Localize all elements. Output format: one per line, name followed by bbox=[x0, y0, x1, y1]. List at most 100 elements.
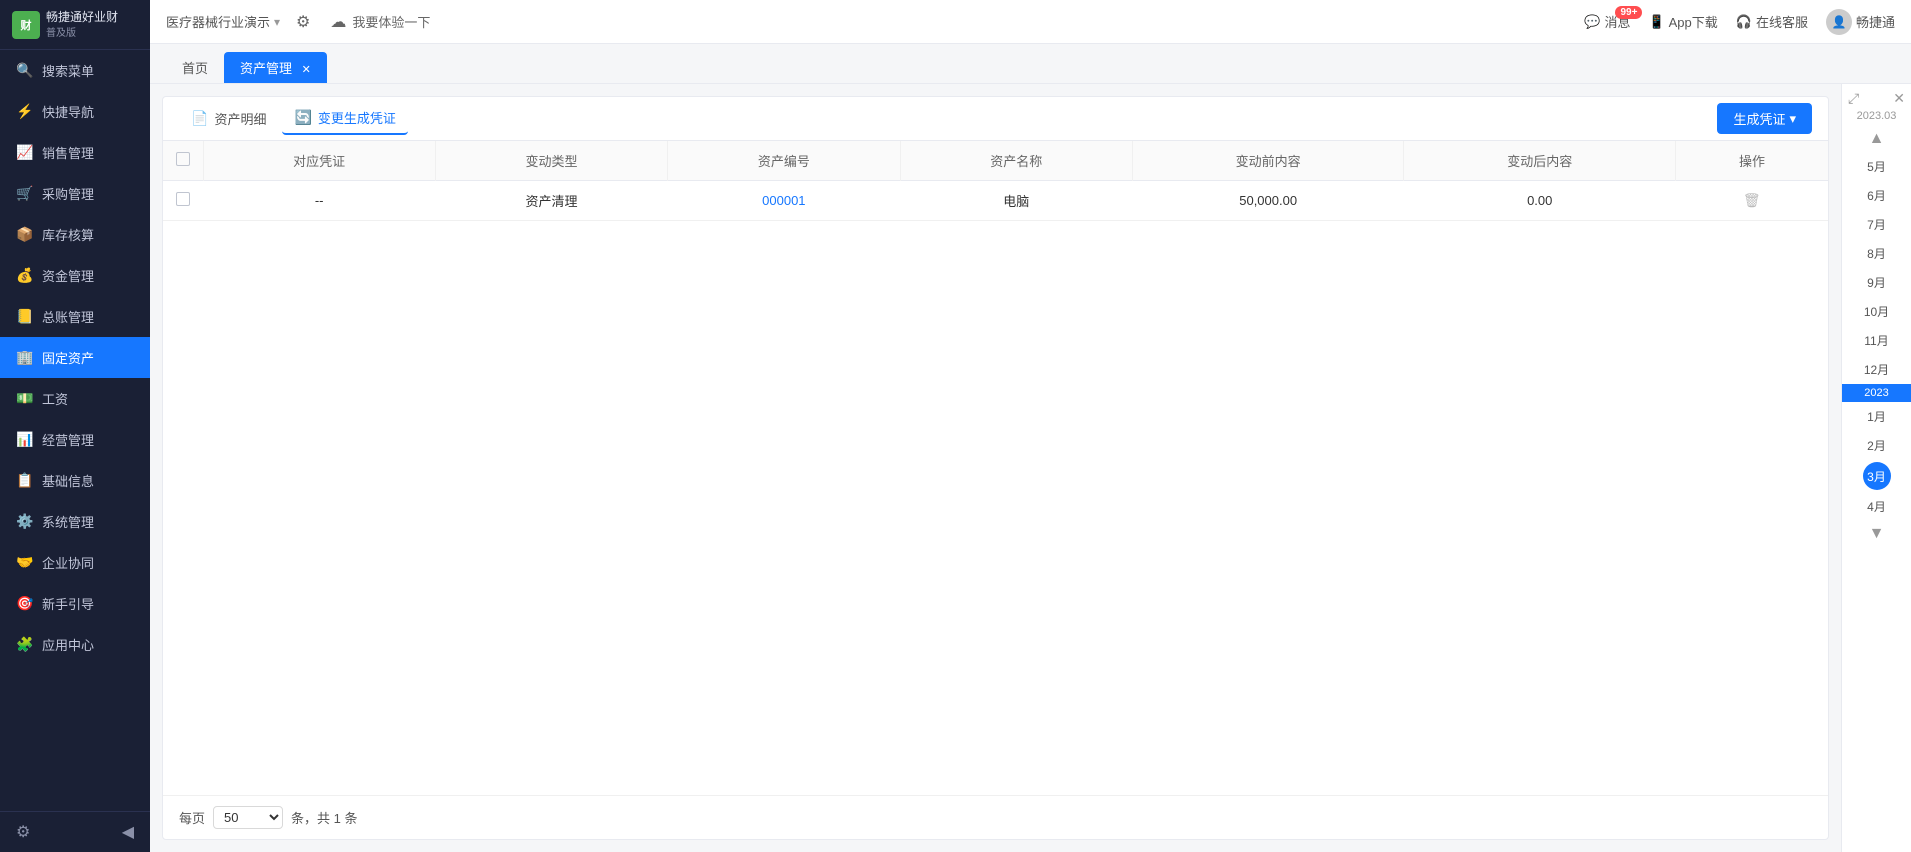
sidebar-item-guide[interactable]: 🎯 新手引导 bbox=[0, 583, 150, 624]
sidebar-item-operations[interactable]: 📊 经营管理 bbox=[0, 419, 150, 460]
col-asset-no: 资产编号 bbox=[668, 141, 900, 181]
row-change-type: 资产清理 bbox=[435, 181, 667, 221]
online-service-button[interactable]: 🎧 在线客服 bbox=[1736, 12, 1808, 31]
sidebar-item-label: 采购管理 bbox=[42, 184, 94, 203]
user-profile[interactable]: 👤 畅捷通 bbox=[1826, 9, 1895, 35]
sidebar-item-finance[interactable]: 💰 资金管理 bbox=[0, 255, 150, 296]
delete-row-icon[interactable]: 🗑 bbox=[1743, 192, 1761, 208]
sidebar-item-purchase[interactable]: 🛒 采购管理 bbox=[0, 173, 150, 214]
app-download-button[interactable]: 📱 App下载 bbox=[1648, 12, 1717, 31]
sidebar-item-basics[interactable]: 📋 基础信息 bbox=[0, 460, 150, 501]
sidebar-nav: 🔍 搜索菜单 ⚡ 快捷导航 📈 销售管理 🛒 采购管理 📦 库存核算 💰 资金管… bbox=[0, 50, 150, 811]
sidebar-item-label: 基础信息 bbox=[42, 471, 94, 490]
sidebar-item-inventory[interactable]: 📦 库存核算 bbox=[0, 214, 150, 255]
company-selector[interactable]: 医疗器械行业演示 ▾ bbox=[166, 12, 280, 31]
tab-asset-label: 资产管理 bbox=[240, 61, 292, 76]
select-all-header[interactable] bbox=[163, 141, 203, 181]
asset-detail-icon: 📄 bbox=[191, 110, 208, 127]
experience-icon: ☁ bbox=[330, 12, 346, 32]
sub-tab-change-voucher[interactable]: 🔄 变更生成凭证 bbox=[282, 102, 407, 135]
row-after: 0.00 bbox=[1404, 181, 1676, 221]
sidebar-item-sales[interactable]: 📈 销售管理 bbox=[0, 132, 150, 173]
month-5[interactable]: 5月 bbox=[1842, 152, 1911, 181]
year-label: 2023.03 bbox=[1857, 110, 1897, 122]
nav-up-icon[interactable]: ▲ bbox=[1865, 126, 1889, 152]
sidebar-item-salary[interactable]: 💵 工资 bbox=[0, 378, 150, 419]
month-4[interactable]: 4月 bbox=[1842, 492, 1911, 521]
tab-home-label: 首页 bbox=[182, 61, 208, 76]
total-label: 条，共 1 条 bbox=[291, 808, 357, 827]
finance-icon: 💰 bbox=[16, 267, 34, 285]
sub-tab-asset-detail[interactable]: 📄 资产明细 bbox=[179, 103, 278, 134]
generate-dropdown-icon: ▾ bbox=[1789, 111, 1796, 127]
settings-gear-icon[interactable]: ⚙ bbox=[296, 12, 310, 32]
sidebar-item-system[interactable]: ⚙️ 系统管理 bbox=[0, 501, 150, 542]
close-date-panel-icon[interactable]: ✕ bbox=[1893, 90, 1905, 107]
collab-icon: 🤝 bbox=[16, 554, 34, 572]
tab-asset[interactable]: 资产管理 ✕ bbox=[224, 52, 327, 83]
sidebar-item-ledger[interactable]: 📒 总账管理 bbox=[0, 296, 150, 337]
experience-button[interactable]: ☁ 我要体验一下 bbox=[330, 12, 430, 32]
tab-close-icon[interactable]: ✕ bbox=[302, 64, 311, 76]
sidebar-item-collab[interactable]: 🤝 企业协同 bbox=[0, 542, 150, 583]
messages-button[interactable]: 💬 消息 99+ bbox=[1584, 12, 1630, 31]
logo-app-name: 畅捷通好业财 bbox=[46, 10, 118, 24]
generate-voucher-button[interactable]: 生成凭证 ▾ bbox=[1717, 103, 1812, 134]
username-label: 畅捷通 bbox=[1856, 12, 1895, 31]
month-2[interactable]: 2月 bbox=[1842, 431, 1911, 460]
sidebar-item-label: 总账管理 bbox=[42, 307, 94, 326]
select-all-checkbox[interactable] bbox=[176, 152, 190, 166]
sub-tab-change-voucher-label: 变更生成凭证 bbox=[318, 108, 396, 127]
operations-icon: 📊 bbox=[16, 431, 34, 449]
sidebar-item-quicknav[interactable]: ⚡ 快捷导航 bbox=[0, 91, 150, 132]
month-3-selected[interactable]: 3月 bbox=[1863, 462, 1891, 490]
sidebar-item-label: 库存核算 bbox=[42, 225, 94, 244]
sidebar-item-search[interactable]: 🔍 搜索菜单 bbox=[0, 50, 150, 91]
sidebar-item-label: 固定资产 bbox=[42, 348, 94, 367]
row-asset-no: 000001 bbox=[668, 181, 900, 221]
tabbar: 首页 资产管理 ✕ bbox=[150, 44, 1911, 84]
sidebar-item-label: 快捷导航 bbox=[42, 102, 94, 121]
month-1[interactable]: 1月 bbox=[1842, 402, 1911, 431]
company-name: 医疗器械行业演示 bbox=[166, 12, 270, 31]
nav-down-icon[interactable]: ▼ bbox=[1865, 521, 1889, 547]
year-badge-2023[interactable]: 2023 bbox=[1842, 384, 1911, 402]
per-page-select[interactable]: 50 10 20 100 bbox=[213, 806, 283, 829]
avatar: 👤 bbox=[1826, 9, 1852, 35]
collapse-icon[interactable]: ◀ bbox=[122, 822, 134, 842]
row-checkbox-cell[interactable] bbox=[163, 181, 203, 221]
sidebar-item-fixed-assets[interactable]: 🏢 固定资产 bbox=[0, 337, 150, 378]
sub-tabs: 📄 资产明细 🔄 变更生成凭证 生成凭证 ▾ bbox=[163, 97, 1828, 141]
month-9[interactable]: 9月 bbox=[1842, 268, 1911, 297]
row-checkbox[interactable] bbox=[176, 192, 190, 206]
expand-date-panel-icon[interactable]: ⤢ bbox=[1848, 90, 1859, 107]
pagination: 每页 50 10 20 100 条，共 1 条 bbox=[163, 795, 1828, 839]
sidebar-item-appstore[interactable]: 🧩 应用中心 bbox=[0, 624, 150, 665]
content-area: 📄 资产明细 🔄 变更生成凭证 生成凭证 ▾ bbox=[150, 84, 1911, 852]
month-10[interactable]: 10月 bbox=[1842, 297, 1911, 326]
row-action[interactable]: 🗑 bbox=[1676, 181, 1828, 221]
month-11[interactable]: 11月 bbox=[1842, 326, 1911, 355]
search-icon: 🔍 bbox=[16, 62, 34, 80]
main-area: 医疗器械行业演示 ▾ ⚙ ☁ 我要体验一下 💬 消息 99+ 📱 App下载 🎧… bbox=[150, 0, 1911, 852]
col-after: 变动后内容 bbox=[1404, 141, 1676, 181]
sidebar-item-label: 销售管理 bbox=[42, 143, 94, 162]
month-7[interactable]: 7月 bbox=[1842, 210, 1911, 239]
table-header-row: 对应凭证 变动类型 资产编号 资产名称 变动前内容 变动后内容 操作 bbox=[163, 141, 1828, 181]
settings-icon[interactable]: ⚙ bbox=[16, 822, 30, 842]
month-12[interactable]: 12月 bbox=[1842, 355, 1911, 384]
month-8[interactable]: 8月 bbox=[1842, 239, 1911, 268]
col-action: 操作 bbox=[1676, 141, 1828, 181]
month-6[interactable]: 6月 bbox=[1842, 181, 1911, 210]
asset-panel: 📄 资产明细 🔄 变更生成凭证 生成凭证 ▾ bbox=[162, 96, 1829, 840]
asset-change-table: 对应凭证 变动类型 资产编号 资产名称 变动前内容 变动后内容 操作 bbox=[163, 141, 1828, 221]
generate-voucher-label: 生成凭证 bbox=[1733, 109, 1785, 128]
inventory-icon: 📦 bbox=[16, 226, 34, 244]
fixed-assets-icon: 🏢 bbox=[16, 349, 34, 367]
tab-home[interactable]: 首页 bbox=[166, 52, 224, 83]
app-download-label: App下载 bbox=[1669, 12, 1718, 31]
date-panel: ✕ ⤢ 2023.03 ▲ 5月 6月 7月 8月 9月 10月 11月 12月… bbox=[1841, 84, 1911, 852]
system-icon: ⚙️ bbox=[16, 513, 34, 531]
purchase-icon: 🛒 bbox=[16, 185, 34, 203]
change-voucher-icon: 🔄 bbox=[294, 109, 311, 126]
